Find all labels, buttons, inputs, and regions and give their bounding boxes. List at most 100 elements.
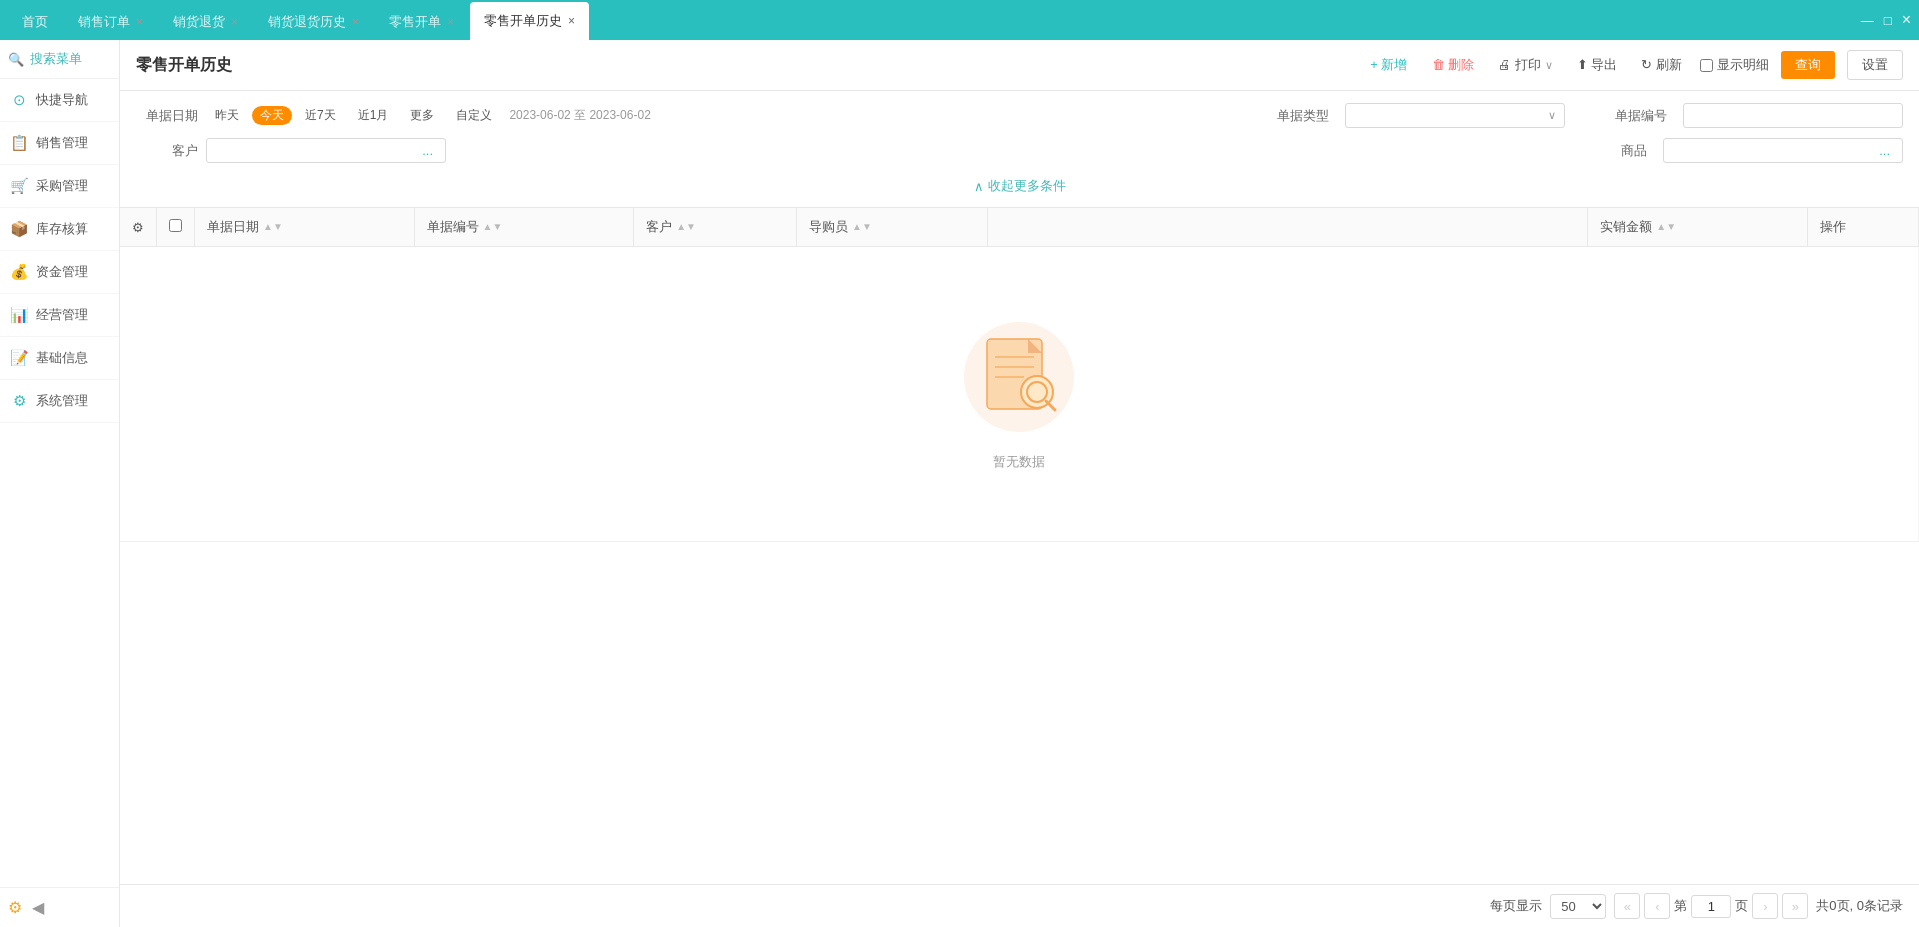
customer-select[interactable]: ... <box>206 138 446 163</box>
type-select-value <box>1354 108 1358 123</box>
per-page-select[interactable]: 50 10 20 100 <box>1550 894 1606 919</box>
empty-cell: 暂无数据 <box>120 247 1919 542</box>
settings-icon[interactable]: ⚙ <box>8 898 22 917</box>
window-controls: — □ × <box>1861 11 1911 29</box>
add-button[interactable]: + 新增 <box>1364 52 1413 78</box>
collapse-filter-btn[interactable]: ∧ 收起更多条件 <box>136 173 1903 199</box>
goods-ellipsis[interactable]: ... <box>1875 143 1894 158</box>
sidebar-item-库存核算[interactable]: 📦 库存核算 <box>0 208 119 251</box>
tab-close-icon[interactable]: × <box>352 15 359 29</box>
refresh-button[interactable]: ↻ 刷新 <box>1635 52 1688 78</box>
th-setting[interactable]: ⚙ <box>120 208 157 247</box>
sidebar-items: ⊙ 快捷导航📋 销售管理🛒 采购管理📦 库存核算💰 资金管理📊 经营管理📝 基础… <box>0 79 119 423</box>
tab-销售订单[interactable]: 销售订单× <box>64 4 157 40</box>
customer-ellipsis[interactable]: ... <box>418 143 437 158</box>
first-page-btn[interactable]: « <box>1614 893 1640 919</box>
customer-sort-icon: ▲▼ <box>676 222 696 232</box>
page-input[interactable] <box>1691 895 1731 918</box>
search-icon: 🔍 <box>8 52 24 67</box>
th-checkbox[interactable] <box>157 208 195 247</box>
tab-close-icon[interactable]: × <box>136 15 143 29</box>
toolbar: + 新增 🗑 删除 🖨 打印 ∨ ⬆ 导出 ↻ 刷新 显示明细 查询 设置 <box>1364 50 1903 80</box>
sidebar-item-label: 基础信息 <box>36 349 88 367</box>
sidebar-item-基础信息[interactable]: 📝 基础信息 <box>0 337 119 380</box>
th-action-label: 操作 <box>1820 219 1846 234</box>
th-guide-sort[interactable]: 导购员 ▲▼ <box>809 218 975 236</box>
sidebar: 🔍 搜索菜单 ⊙ 快捷导航📋 销售管理🛒 采购管理📦 库存核算💰 资金管理📊 经… <box>0 40 120 927</box>
sidebar-item-经营管理[interactable]: 📊 经营管理 <box>0 294 119 337</box>
number-input[interactable] <box>1683 103 1903 128</box>
th-amount-label: 实销金额 <box>1600 218 1652 236</box>
settings-button[interactable]: 设置 <box>1847 50 1903 80</box>
date-btn-7days[interactable]: 近7天 <box>296 104 345 127</box>
display-toggle[interactable]: 显示明细 <box>1700 56 1769 74</box>
tab-close-icon[interactable]: × <box>231 15 238 29</box>
display-toggle-label: 显示明细 <box>1717 56 1769 74</box>
tab-list: 首页销售订单×销货退货×销货退货历史×零售开单×零售开单历史× <box>8 0 1861 40</box>
minimize-button[interactable]: — <box>1861 13 1874 28</box>
sidebar-item-销售管理[interactable]: 📋 销售管理 <box>0 122 119 165</box>
print-button[interactable]: 🖨 打印 ∨ <box>1492 52 1559 78</box>
page-nav: « ‹ 第 页 › » <box>1614 893 1808 919</box>
sidebar-item-资金管理[interactable]: 💰 资金管理 <box>0 251 119 294</box>
th-number-sort[interactable]: 单据编号 ▲▼ <box>427 218 622 236</box>
type-select[interactable]: ∨ <box>1345 103 1565 128</box>
pagination-bar: 每页显示 50 10 20 100 « ‹ 第 页 › » 共0页, 0条记录 <box>120 884 1919 927</box>
sidebar-item-label: 资金管理 <box>36 263 88 281</box>
number-sort-icon: ▲▼ <box>483 222 503 232</box>
page-header: 零售开单历史 + 新增 🗑 删除 🖨 打印 ∨ ⬆ 导出 ↻ 刷新 显示明细 查… <box>120 40 1919 91</box>
th-date-sort[interactable]: 单据日期 ▲▼ <box>207 218 402 236</box>
tab-零售开单历史[interactable]: 零售开单历史 × <box>470 2 589 40</box>
sidebar-item-icon: ⊙ <box>10 91 28 109</box>
sidebar-item-快捷导航[interactable]: ⊙ 快捷导航 <box>0 79 119 122</box>
tab-close-icon[interactable]: × <box>447 15 454 29</box>
query-button[interactable]: 查询 <box>1781 51 1835 79</box>
sidebar-search-label: 搜索菜单 <box>30 50 82 68</box>
tab-label: 首页 <box>22 13 48 31</box>
tab-label: 销货退货历史 <box>268 13 346 31</box>
tab-label: 零售开单历史 <box>484 12 562 30</box>
per-page-label: 每页显示 <box>1490 897 1542 915</box>
total-info: 共0页, 0条记录 <box>1816 897 1903 915</box>
sidebar-item-icon: 📋 <box>10 134 28 152</box>
tab-销货退货历史[interactable]: 销货退货历史 × <box>254 4 373 40</box>
goods-select[interactable]: ... <box>1663 138 1903 163</box>
sidebar-bottom: ⚙ ◀ <box>0 887 119 927</box>
sidebar-item-icon: 📊 <box>10 306 28 324</box>
sidebar-item-label: 系统管理 <box>36 392 88 410</box>
tab-零售开单[interactable]: 零售开单× <box>375 4 468 40</box>
sidebar-item-采购管理[interactable]: 🛒 采购管理 <box>0 165 119 208</box>
number-label: 单据编号 <box>1605 107 1675 125</box>
content-area: 零售开单历史 + 新增 🗑 删除 🖨 打印 ∨ ⬆ 导出 ↻ 刷新 显示明细 查… <box>120 40 1919 927</box>
close-button[interactable]: × <box>1902 11 1911 29</box>
empty-illustration <box>959 317 1079 437</box>
date-btn-custom[interactable]: 自定义 <box>447 104 501 127</box>
th-customer-label: 客户 <box>646 218 672 236</box>
last-page-btn[interactable]: » <box>1782 893 1808 919</box>
amount-sort-icon: ▲▼ <box>1656 222 1676 232</box>
display-detail-checkbox[interactable] <box>1700 59 1713 72</box>
empty-svg <box>959 317 1079 437</box>
date-sort-icon: ▲▼ <box>263 222 283 232</box>
th-amount-sort[interactable]: 实销金额 ▲▼ <box>1600 218 1795 236</box>
export-button[interactable]: ⬆ 导出 <box>1571 52 1624 78</box>
tab-首页[interactable]: 首页 <box>8 4 62 40</box>
date-btn-yesterday[interactable]: 昨天 <box>206 104 248 127</box>
sidebar-search[interactable]: 🔍 搜索菜单 <box>0 40 119 79</box>
tab-销货退货[interactable]: 销货退货× <box>159 4 252 40</box>
delete-button[interactable]: 🗑 删除 <box>1426 52 1481 78</box>
date-btn-today[interactable]: 今天 <box>252 106 292 125</box>
th-customer: 客户 ▲▼ <box>634 208 797 247</box>
date-btn-more[interactable]: 更多 <box>401 104 443 127</box>
sidebar-item-icon: 📦 <box>10 220 28 238</box>
sidebar-item-系统管理[interactable]: ⚙ 系统管理 <box>0 380 119 423</box>
maximize-button[interactable]: □ <box>1884 13 1892 28</box>
select-all-checkbox[interactable] <box>169 219 182 232</box>
th-customer-sort[interactable]: 客户 ▲▼ <box>646 218 784 236</box>
next-page-btn[interactable]: › <box>1752 893 1778 919</box>
date-btn-1month[interactable]: 近1月 <box>349 104 398 127</box>
main-layout: 🔍 搜索菜单 ⊙ 快捷导航📋 销售管理🛒 采购管理📦 库存核算💰 资金管理📊 经… <box>0 40 1919 927</box>
prev-page-btn[interactable]: ‹ <box>1644 893 1670 919</box>
tab-close-icon[interactable]: × <box>568 14 575 28</box>
collapse-sidebar-icon[interactable]: ◀ <box>32 898 44 917</box>
